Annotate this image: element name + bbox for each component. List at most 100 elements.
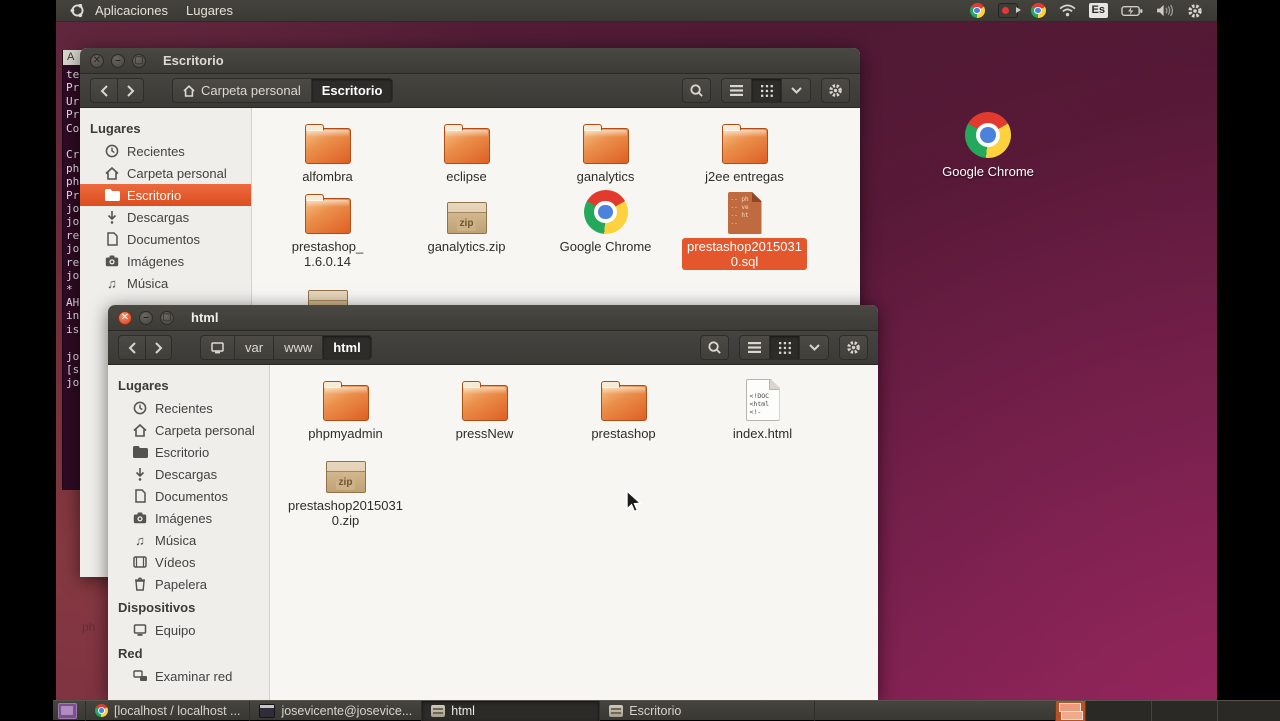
sidebar-item-imagenes[interactable]: Imágenes <box>108 507 269 529</box>
minimize-button[interactable]: – <box>139 310 153 325</box>
back-button[interactable] <box>90 78 117 103</box>
toolbar-escritorio: Carpeta personal Escritorio <box>80 74 860 108</box>
home-icon <box>183 84 195 97</box>
workspace-active[interactable] <box>1055 700 1085 721</box>
film-icon <box>132 556 148 568</box>
clock-icon <box>132 401 148 415</box>
sidebar-item-imagenes[interactable]: Imágenes <box>80 250 251 272</box>
sidebar-header-red: Red <box>118 646 143 661</box>
file-ganalytics-zip[interactable]: zip ganalytics.zip <box>397 186 536 270</box>
download-icon <box>104 210 120 224</box>
workspace-switcher[interactable] <box>1055 700 1280 721</box>
list-view-button[interactable] <box>721 78 751 103</box>
task-html[interactable]: html <box>422 700 601 721</box>
forward-button[interactable] <box>145 335 172 360</box>
sidebar-item-papelera[interactable]: Papelera <box>108 573 269 595</box>
file-phpmyadmin[interactable]: phpmyadmin <box>276 373 415 442</box>
settings-gear-button[interactable] <box>839 335 868 360</box>
task-localhost[interactable]: [localhost / localhost ... <box>85 700 251 721</box>
list-view-button[interactable] <box>739 335 769 360</box>
menu-aplicaciones[interactable]: Aplicaciones <box>95 3 168 18</box>
keyboard-layout-indicator[interactable]: Es <box>1088 3 1108 18</box>
volume-icon[interactable] <box>1156 4 1174 17</box>
music-note-icon: ♫ <box>135 532 145 548</box>
wifi-icon[interactable] <box>1059 4 1076 17</box>
search-button[interactable] <box>682 78 711 103</box>
battery-icon[interactable] <box>1121 5 1143 17</box>
file-eclipse[interactable]: eclipse <box>397 116 536 185</box>
menu-lugares[interactable]: Lugares <box>186 3 233 18</box>
breadcrumb-home[interactable]: Carpeta personal <box>172 78 311 103</box>
settings-gear-button[interactable] <box>821 78 850 103</box>
back-button[interactable] <box>118 335 145 360</box>
document-icon <box>104 232 120 246</box>
file-index-html[interactable]: <!DOC <html <!- index.html <box>693 373 832 442</box>
maximize-button[interactable]: ▢ <box>160 310 174 325</box>
close-button[interactable]: ✕ <box>118 310 132 325</box>
file-prestashop-sql[interactable]: -- ph -- ve -- ht -- prestashop2015031 0.… <box>675 186 814 270</box>
maximize-button[interactable]: ▢ <box>132 53 146 68</box>
minimize-button[interactable]: – <box>111 53 125 68</box>
grid-view-button[interactable] <box>751 78 781 103</box>
computer-icon <box>132 623 148 637</box>
file-alfombra[interactable]: alfombra <box>258 116 397 185</box>
sidebar-item-escritorio[interactable]: Escritorio <box>108 441 269 463</box>
screen-record-icon[interactable] <box>997 3 1021 18</box>
sidebar-item-examinar-red[interactable]: Examinar red <box>108 665 269 687</box>
chrome-tray-icon-2[interactable] <box>1030 3 1046 18</box>
zip-archive-icon: zip <box>325 461 366 493</box>
sidebar-item-documentos[interactable]: Documentos <box>80 228 251 250</box>
breadcrumb-current[interactable]: html <box>322 335 372 360</box>
workspace-4[interactable] <box>1217 700 1280 721</box>
html-file-icon: <!DOC <html <!- <box>745 379 780 421</box>
file-pressnew[interactable]: pressNew <box>415 373 554 442</box>
sidebar-item-carpeta-personal[interactable]: Carpeta personal <box>108 419 269 441</box>
grid-view-button[interactable] <box>769 335 799 360</box>
sidebar-item-videos[interactable]: Vídeos <box>108 551 269 573</box>
file-area-html[interactable]: phpmyadmin pressNew prestashop <!DOC <ht… <box>270 365 878 700</box>
file-prestashop[interactable]: prestashop <box>554 373 693 442</box>
sidebar-item-carpeta-personal[interactable]: Carpeta personal <box>80 162 251 184</box>
sidebar-html: Lugares Recientes Carpeta personal Escri… <box>108 365 270 700</box>
titlebar-html[interactable]: ✕ – ▢ html <box>108 305 878 331</box>
workspace-3[interactable] <box>1151 700 1217 721</box>
breadcrumb-current[interactable]: Escritorio <box>310 78 394 103</box>
folder-icon <box>582 124 629 164</box>
breadcrumb-var[interactable]: var <box>234 335 274 360</box>
folder-icon <box>304 194 351 234</box>
sidebar-header-dispositivos: Dispositivos <box>118 600 196 615</box>
show-desktop-button[interactable] <box>58 702 77 719</box>
breadcrumb-www[interactable]: www <box>273 335 323 360</box>
file-ganalytics[interactable]: ganalytics <box>536 116 675 185</box>
file-j2ee-entregas[interactable]: j2ee entregas <box>675 116 814 185</box>
search-button[interactable] <box>700 335 729 360</box>
task-terminal[interactable]: josevicente@josevice... <box>250 700 423 721</box>
sidebar-item-recientes[interactable]: Recientes <box>108 397 269 419</box>
close-button[interactable]: ✕ <box>90 53 104 68</box>
chrome-tray-icon[interactable] <box>969 3 985 18</box>
terminal-window-edge[interactable]: A te Pr Ur Pr Co Cr ph ph Pr jo jo re jo… <box>62 50 82 490</box>
task-escritorio[interactable]: Escritorio <box>600 700 816 721</box>
forward-button[interactable] <box>117 78 144 103</box>
file-prestashop-folder[interactable]: prestashop_ 1.6.0.14 <box>258 186 397 270</box>
sidebar-item-musica[interactable]: ♫ Música <box>108 529 269 551</box>
session-gear-icon[interactable] <box>1187 3 1203 19</box>
sidebar-item-documentos[interactable]: Documentos <box>108 485 269 507</box>
breadcrumb-filesystem-root[interactable] <box>200 335 234 360</box>
folder-icon <box>600 381 647 421</box>
mouse-cursor <box>626 490 642 514</box>
view-options-chevron[interactable] <box>781 78 811 103</box>
view-options-chevron[interactable] <box>799 335 829 360</box>
sidebar-item-descargas[interactable]: Descargas <box>80 206 251 228</box>
sidebar-item-escritorio[interactable]: Escritorio <box>80 184 251 206</box>
file-google-chrome[interactable]: Google Chrome <box>536 186 675 270</box>
sidebar-item-equipo[interactable]: Equipo <box>108 619 269 641</box>
titlebar-escritorio[interactable]: ✕ – ▢ Escritorio <box>80 48 860 74</box>
sidebar-item-descargas[interactable]: Descargas <box>108 463 269 485</box>
desktop-icon-google-chrome[interactable]: Google Chrome <box>942 112 1034 179</box>
workspace-2[interactable] <box>1085 700 1151 721</box>
sidebar-item-musica[interactable]: ♫ Música <box>80 272 251 294</box>
sidebar-item-recientes[interactable]: Recientes <box>80 140 251 162</box>
ubuntu-logo-icon[interactable] <box>70 3 85 18</box>
file-prestashop-zip[interactable]: zip prestashop2015031 0.zip <box>276 445 415 529</box>
